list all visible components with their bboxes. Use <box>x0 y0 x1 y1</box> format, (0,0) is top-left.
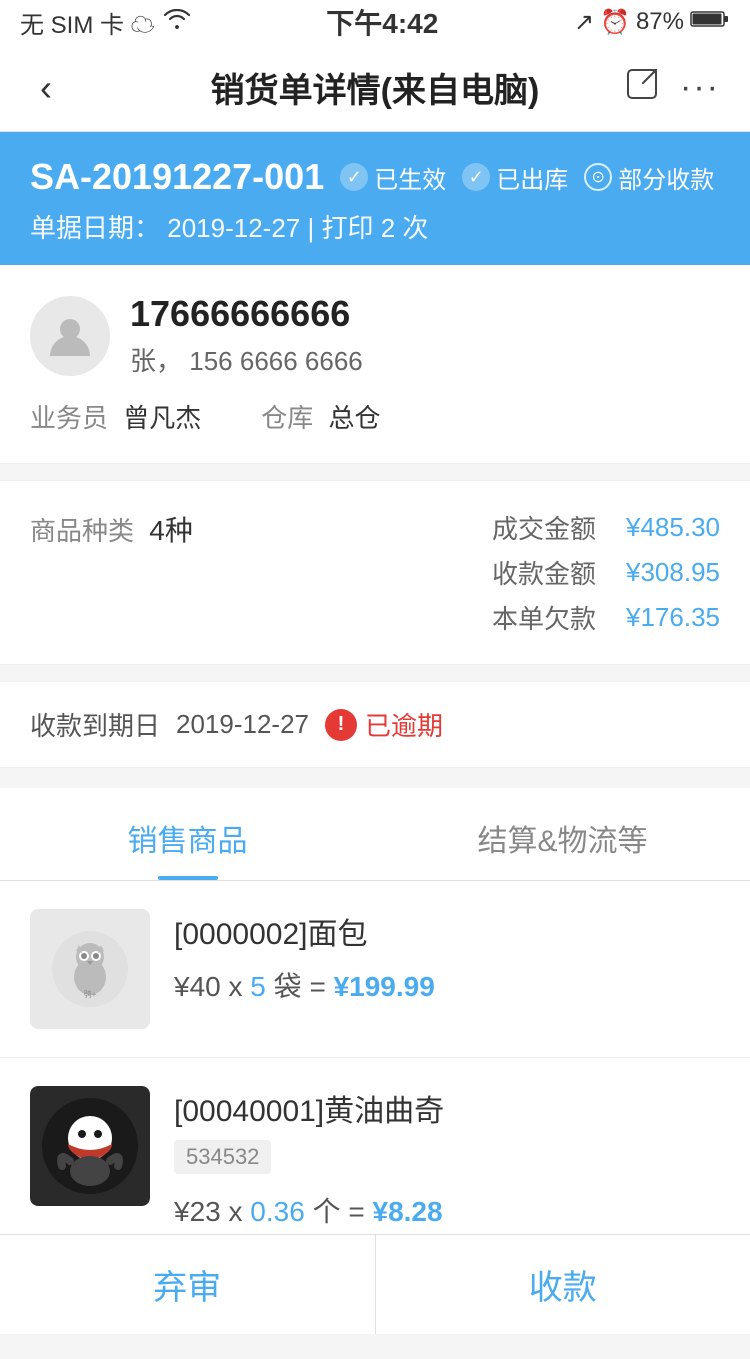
nav-bar: ‹ 销货单详情(来自电脑) ··· <box>0 44 750 132</box>
warehouse-value: 总仓 <box>329 403 381 433</box>
product-type-stat: 商品种类 4种 <box>30 509 193 636</box>
confirm-button[interactable]: 收款 <box>376 1235 750 1334</box>
status-time: 下午4:42 <box>326 2 438 42</box>
salesman-label: 业务员 <box>30 403 108 433</box>
due-date: 2019-12-27 <box>176 709 309 740</box>
product-price-cookies: ¥23 x 0.36 个 = ¥8.28 <box>174 1190 720 1230</box>
badge-activated: ✓ 已生效 <box>340 160 446 195</box>
product-thumb-cookies <box>30 1086 150 1206</box>
status-right: ↗ ⏰ 87% <box>574 8 730 37</box>
product-item-bread: 鸮+ [0000002]面包 ¥40 x 5 袋 = ¥199.99 <box>0 881 750 1058</box>
product-list: 鸮+ [0000002]面包 ¥40 x 5 袋 = ¥199.99 <box>0 881 750 1259</box>
tab-sales-products[interactable]: 销售商品 <box>0 788 375 880</box>
warehouse-label: 仓库 <box>261 403 313 433</box>
order-id: SA-20191227-001 <box>30 156 324 198</box>
debt-label: 本单欠款 <box>492 599 596 636</box>
svg-text:鸮+: 鸮+ <box>84 989 97 999</box>
customer-avatar <box>30 296 110 376</box>
page-title: 销货单详情(来自电脑) <box>211 63 540 112</box>
amount-stats: 成交金额 ¥485.30 收款金额 ¥308.95 本单欠款 ¥176.35 <box>492 509 720 636</box>
product-info-bread: [0000002]面包 ¥40 x 5 袋 = ¥199.99 <box>174 909 720 1005</box>
customer-phone: 17666666666 <box>130 293 363 335</box>
overdue-icon: ! <box>325 709 357 741</box>
share-icon[interactable] <box>624 66 660 110</box>
back-button[interactable]: ‹ <box>30 57 62 119</box>
bottom-bar: 弃审 收款 <box>0 1234 750 1334</box>
overdue-text: 已逾期 <box>365 706 443 743</box>
order-date: 单据日期： 2019-12-27 | 打印 2 次 <box>30 208 720 245</box>
product-info-cookies: [00040001]黄油曲奇 534532 ¥23 x 0.36 个 = ¥8.… <box>174 1086 720 1230</box>
status-left: 无 SIM 卡 ☁ <box>20 5 191 40</box>
tab-settlement[interactable]: 结算&物流等 <box>375 788 750 880</box>
customer-section: 17666666666 张， 156 6666 6666 业务员 曾凡杰 仓库 … <box>0 265 750 464</box>
collected-value: ¥308.95 <box>626 557 720 588</box>
nav-actions: ··· <box>624 66 720 110</box>
customer-meta: 业务员 曾凡杰 仓库 总仓 <box>30 398 720 435</box>
badge-partial: ⊙ 部分收款 <box>584 160 714 195</box>
tabs-row: 销售商品 结算&物流等 <box>0 788 750 880</box>
alarm-icon: ⏰ <box>600 8 630 37</box>
status-bar: 无 SIM 卡 ☁ 下午4:42 ↗ ⏰ 87% <box>0 0 750 44</box>
customer-contact: 张， 156 6666 6666 <box>130 341 363 378</box>
deal-value: ¥485.30 <box>626 512 720 543</box>
product-tag-cookies: 534532 <box>174 1140 271 1174</box>
cancel-button[interactable]: 弃审 <box>0 1235 376 1334</box>
stats-section: 商品种类 4种 成交金额 ¥485.30 收款金额 ¥308.95 本单欠款 ¥… <box>0 480 750 665</box>
deal-label: 成交金额 <box>492 509 596 546</box>
order-header: SA-20191227-001 ✓ 已生效 ✓ 已出库 ⊙ 部分收款 单据日期：… <box>0 132 750 265</box>
badge-shipped: ✓ 已出库 <box>462 160 568 195</box>
more-icon[interactable]: ··· <box>680 68 720 107</box>
overdue-badge: ! 已逾期 <box>325 706 443 743</box>
battery-icon <box>690 8 730 36</box>
salesman-value: 曾凡杰 <box>123 403 201 433</box>
wifi-icon <box>163 8 191 36</box>
debt-value: ¥176.35 <box>626 602 720 633</box>
location-icon: ↗ <box>574 8 594 37</box>
battery-label: 87% <box>636 8 684 36</box>
collected-label: 收款金额 <box>492 554 596 591</box>
product-item-cookies: [00040001]黄油曲奇 534532 ¥23 x 0.36 个 = ¥8.… <box>0 1058 750 1259</box>
tabs-section: 销售商品 结算&物流等 <box>0 788 750 881</box>
product-thumb-bread: 鸮+ <box>30 909 150 1029</box>
product-price-bread: ¥40 x 5 袋 = ¥199.99 <box>174 965 720 1005</box>
due-section: 收款到期日 2019-12-27 ! 已逾期 <box>0 681 750 768</box>
product-name-bread: [0000002]面包 <box>174 909 720 953</box>
sim-label: 无 SIM 卡 ☁ <box>20 5 155 40</box>
due-label: 收款到期日 <box>30 706 160 743</box>
product-name-cookies: [00040001]黄油曲奇 <box>174 1086 720 1130</box>
